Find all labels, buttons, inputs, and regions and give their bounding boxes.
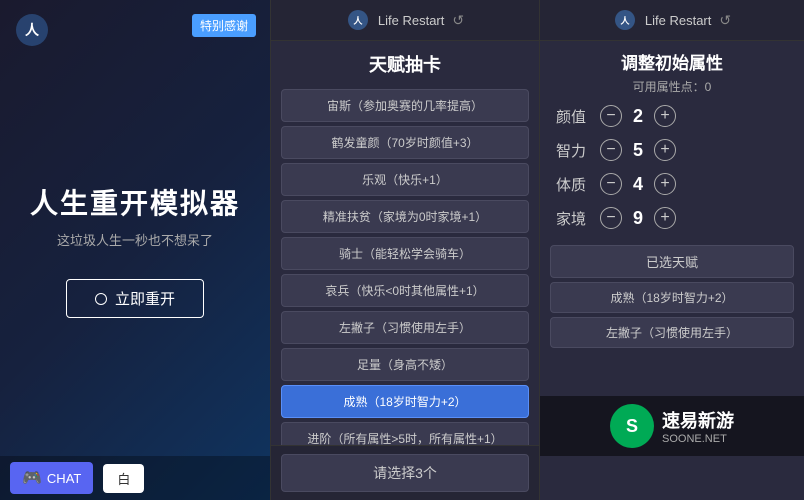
- selected-talents-section: 已选天赋 成熟（18岁时智力+2） 左撇子（习惯使用左手）: [540, 245, 804, 352]
- attr-controls-wealth: − 9 +: [600, 207, 676, 229]
- attr-row-wealth: 家境 − 9 +: [556, 207, 788, 229]
- attr-controls-face: − 2 +: [600, 105, 676, 127]
- middle-footer: 请选择3个: [271, 445, 539, 500]
- attr-label-face: 颜值: [556, 106, 588, 127]
- restart-label: 立即重开: [115, 288, 175, 309]
- right-header-title: Life Restart: [645, 13, 711, 28]
- left-panel: 人 特别感谢 人生重开模拟器 这垃圾人生一秒也不想呆了 立即重开 🎮 CHAT …: [0, 0, 270, 500]
- attr-plus-int[interactable]: +: [654, 139, 676, 161]
- selected-talent-2: 左撇子（习惯使用左手）: [550, 317, 794, 348]
- talent-item-7[interactable]: 左撇子（习惯使用左手）: [281, 311, 529, 344]
- refresh-icon[interactable]: ↺: [452, 12, 464, 29]
- available-points: 可用属性点：0: [540, 78, 804, 95]
- app-subtitle: 这垃圾人生一秒也不想呆了: [57, 230, 213, 249]
- middle-panel: 人 Life Restart ↺ 天赋抽卡 宙斯（参加奥赛的几率提高） 鹤发童颜…: [270, 0, 540, 500]
- right-panel-title: 调整初始属性: [540, 41, 804, 78]
- app-logo: 人: [14, 12, 50, 48]
- talent-item-8[interactable]: 足量（身高不矮）: [281, 348, 529, 381]
- attr-row-face: 颜值 − 2 +: [556, 105, 788, 127]
- chat-button[interactable]: 🎮 CHAT: [10, 462, 93, 494]
- middle-header: 人 Life Restart ↺: [271, 0, 539, 41]
- middle-header-title: Life Restart: [378, 13, 444, 28]
- talent-item-1[interactable]: 宙斯（参加奥赛的几率提高）: [281, 89, 529, 122]
- right-panel-logo-icon: 人: [613, 8, 637, 32]
- watermark-cn: 速易新游: [662, 407, 734, 433]
- right-panel: 人 Life Restart ↺ 调整初始属性 可用属性点：0 颜值 − 2 +…: [540, 0, 804, 500]
- selected-talent-1: 成熟（18岁时智力+2）: [550, 282, 794, 313]
- selected-talents-title: 已选天赋: [550, 245, 794, 278]
- discord-icon: 🎮: [22, 468, 42, 488]
- bottom-bar-left: 🎮 CHAT 白: [0, 456, 270, 500]
- middle-panel-title: 天赋抽卡: [271, 41, 539, 85]
- app-title: 人生重开模拟器: [30, 182, 240, 222]
- talent-item-5[interactable]: 骑士（能轻松学会骑车）: [281, 237, 529, 270]
- attr-label-con: 体质: [556, 174, 588, 195]
- talent-item-9[interactable]: 成熟（18岁时智力+2）: [281, 385, 529, 418]
- attr-plus-face[interactable]: +: [654, 105, 676, 127]
- watermark-logo: S: [610, 404, 654, 448]
- svg-text:人: 人: [352, 15, 363, 26]
- svg-text:人: 人: [619, 15, 630, 26]
- restart-circle-icon: [95, 293, 107, 305]
- special-thanks-badge: 特别感谢: [192, 14, 256, 37]
- attr-plus-wealth[interactable]: +: [654, 207, 676, 229]
- attr-plus-con[interactable]: +: [654, 173, 676, 195]
- attr-label-wealth: 家境: [556, 208, 588, 229]
- attr-row-con: 体质 − 4 +: [556, 173, 788, 195]
- talent-item-10[interactable]: 进阶（所有属性>5时，所有属性+1）: [281, 422, 529, 445]
- watermark-en: SOONE.NET: [662, 433, 734, 445]
- attr-controls-con: − 4 +: [600, 173, 676, 195]
- attr-value-con: 4: [628, 174, 648, 195]
- restart-button[interactable]: 立即重开: [66, 279, 204, 318]
- attr-minus-wealth[interactable]: −: [600, 207, 622, 229]
- attr-label-int: 智力: [556, 140, 588, 161]
- right-header: 人 Life Restart ↺: [540, 0, 804, 41]
- attr-minus-face[interactable]: −: [600, 105, 622, 127]
- talent-list: 宙斯（参加奥赛的几率提高） 鹤发童颜（70岁时颜值+3） 乐观（快乐+1） 精准…: [271, 85, 539, 445]
- panel-logo-icon: 人: [346, 8, 370, 32]
- chat-label: CHAT: [47, 471, 81, 486]
- watermark-text: 速易新游 SOONE.NET: [662, 407, 734, 445]
- right-refresh-icon[interactable]: ↺: [719, 12, 731, 29]
- attr-value-face: 2: [628, 106, 648, 127]
- watermark: S 速易新游 SOONE.NET: [540, 396, 804, 456]
- talent-item-4[interactable]: 精准扶贫（家境为0时家境+1）: [281, 200, 529, 233]
- attr-row-int: 智力 − 5 +: [556, 139, 788, 161]
- talent-item-2[interactable]: 鹤发童颜（70岁时颜值+3）: [281, 126, 529, 159]
- talent-item-3[interactable]: 乐观（快乐+1）: [281, 163, 529, 196]
- svg-text:人: 人: [25, 22, 40, 38]
- attr-minus-int[interactable]: −: [600, 139, 622, 161]
- attr-value-wealth: 9: [628, 208, 648, 229]
- choose-button[interactable]: 请选择3个: [281, 454, 529, 492]
- available-points-value: 0: [705, 80, 712, 94]
- white-label-box: 白: [103, 464, 144, 493]
- attr-minus-con[interactable]: −: [600, 173, 622, 195]
- attr-controls-int: − 5 +: [600, 139, 676, 161]
- talent-item-6[interactable]: 哀兵（快乐<0时其他属性+1）: [281, 274, 529, 307]
- attribute-list: 颜值 − 2 + 智力 − 5 + 体质 − 4 +: [540, 105, 804, 229]
- available-points-label: 可用属性点：: [633, 80, 705, 94]
- attr-value-int: 5: [628, 140, 648, 161]
